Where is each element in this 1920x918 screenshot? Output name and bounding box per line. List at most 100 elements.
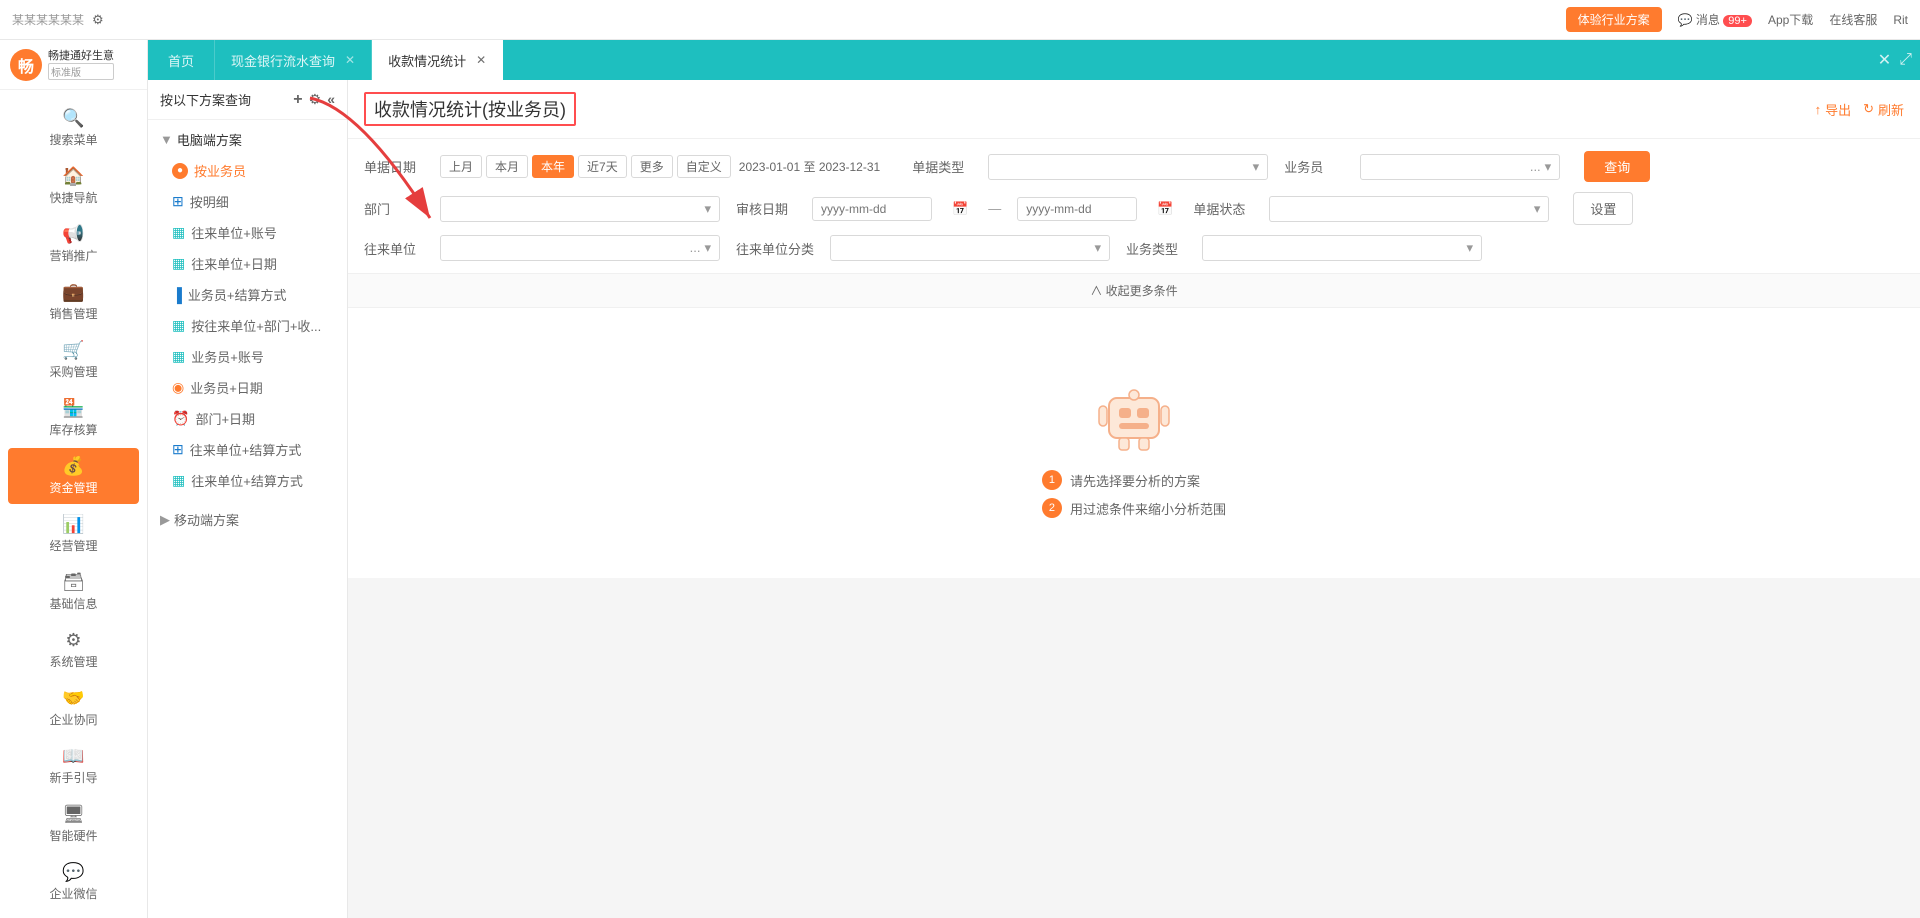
tab-home[interactable]: 首页 — [148, 40, 215, 80]
sidebar-item-hardware[interactable]: 🖥 智能硬件 — [8, 796, 139, 852]
tab-bank-close[interactable]: ✕ — [345, 53, 355, 67]
refresh-btn[interactable]: ↻ 刷新 — [1863, 100, 1904, 119]
sidebar-item-finance[interactable]: 💰 资金管理 — [8, 448, 139, 504]
wechat-icon: 💬 — [62, 862, 84, 883]
date-btn-custom[interactable]: 自定义 — [677, 155, 731, 178]
scheme-label-salesperson-date: 业务员+日期 — [190, 378, 263, 397]
biz-type-select[interactable]: ▾ — [1202, 235, 1482, 261]
desktop-arrow-icon: ▼ — [160, 132, 173, 147]
salesperson-scheme-icon: ● — [172, 163, 188, 179]
sidebar-item-member[interactable]: V 畅会员 — [8, 912, 139, 918]
audit-date-calendar-to-icon[interactable]: 📅 — [1157, 201, 1173, 217]
left-panel-title: 按以下方案查询 — [160, 90, 251, 109]
date-btn-this-year[interactable]: 本年 — [532, 155, 574, 178]
page-actions: ↑ 导出 ↻ 刷新 — [1815, 100, 1904, 119]
scheme-item-salesperson-account[interactable]: ▦ 业务员+账号 — [148, 341, 347, 372]
export-btn[interactable]: ↑ 导出 — [1815, 100, 1852, 119]
tab-close-all-icon[interactable]: ✕ — [1878, 50, 1891, 70]
sidebar-item-quick-nav[interactable]: 🏠 快捷导航 — [8, 158, 139, 214]
sidebar-item-wechat[interactable]: 💬 企业微信 — [8, 854, 139, 910]
desktop-group-title[interactable]: ▼ 电脑端方案 — [148, 124, 347, 155]
guide-icon: 📖 — [62, 746, 84, 767]
doc-status-select[interactable]: ▾ — [1269, 196, 1549, 222]
sidebar-item-guide[interactable]: 📖 新手引导 — [8, 738, 139, 794]
left-panel: 按以下方案查询 + ⚙ « ▼ 电脑端方案 ● 按业务员 ⊞ 按明细 ▦ — [148, 80, 348, 918]
scheme-item-dept-date[interactable]: ⏰ 部门+日期 — [148, 403, 347, 434]
sidebar-item-system[interactable]: ⚙ 系统管理 — [8, 622, 139, 678]
partner-select[interactable]: ... ▾ — [440, 235, 720, 261]
tab-home-label: 首页 — [168, 51, 194, 70]
tab-receipt[interactable]: 收款情况统计 ✕ — [372, 40, 503, 80]
scheme-item-by-salesperson[interactable]: ● 按业务员 — [148, 155, 347, 186]
partner-settlement2-icon: ▦ — [172, 472, 185, 489]
scheme-label-partner-date: 往来单位+日期 — [191, 254, 277, 273]
tab-maximize-icon[interactable]: ⤢ — [1899, 51, 1912, 69]
salesperson-select[interactable]: ... ▾ — [1360, 154, 1560, 180]
partner-label: 往来单位 — [364, 239, 424, 258]
date-btn-7days[interactable]: 近7天 — [578, 155, 627, 178]
scheme-settings-icon[interactable]: ⚙ — [309, 91, 322, 109]
dept-chevron-icon: ▾ — [704, 201, 711, 217]
salesperson-more-icon[interactable]: ... — [1530, 159, 1541, 175]
add-scheme-icon[interactable]: + — [293, 91, 302, 109]
page-header: 收款情况统计(按业务员) ↑ 导出 ↻ 刷新 — [348, 80, 1920, 139]
mobile-group-title[interactable]: ▶ 移动端方案 — [148, 504, 347, 535]
user-name[interactable]: Rit — [1893, 13, 1908, 27]
left-panel-header: 按以下方案查询 + ⚙ « — [148, 80, 347, 120]
scheme-item-partner-dept-receipt[interactable]: ▦ 按往来单位+部门+收... — [148, 310, 347, 341]
sidebar-label-wechat: 企业微信 — [49, 885, 97, 902]
dept-select[interactable]: ▾ — [440, 196, 720, 222]
scheme-label-by-detail: 按明细 — [190, 192, 229, 211]
sidebar-item-marketing[interactable]: 📢 营销推广 — [8, 216, 139, 272]
collapse-bar[interactable]: ∧ 收起更多条件 — [348, 274, 1920, 308]
scheme-item-salesperson-settlement[interactable]: ▐ 业务员+结算方式 — [148, 279, 347, 310]
sidebar-label-basic: 基础信息 — [49, 595, 97, 612]
trial-btn[interactable]: 体验行业方案 — [1566, 7, 1662, 32]
sidebar-item-corp[interactable]: 🤝 企业协同 — [8, 680, 139, 736]
salesperson-account-icon: ▦ — [172, 348, 185, 365]
purchase-icon: 🛒 — [62, 340, 84, 361]
scheme-item-partner-settlement1[interactable]: ⊞ 往来单位+结算方式 — [148, 434, 347, 465]
audit-date-from[interactable] — [812, 197, 932, 221]
sidebar-item-purchase[interactable]: 🛒 采购管理 — [8, 332, 139, 388]
home-icon: 🏠 — [62, 166, 84, 187]
doc-type-label: 单据类型 — [912, 157, 972, 176]
sidebar-item-sales[interactable]: 💼 销售管理 — [8, 274, 139, 330]
audit-date-to[interactable] — [1017, 197, 1137, 221]
top-bar-left: 某某某某某某 ⚙ — [12, 11, 104, 28]
messages-btn[interactable]: 💬 消息 99+ — [1678, 11, 1752, 28]
export-icon: ↑ — [1815, 102, 1822, 117]
sidebar-item-basic[interactable]: 🗃 基础信息 — [8, 564, 139, 620]
tab-bank[interactable]: 现金银行流水查询 ✕ — [215, 40, 372, 80]
scheme-item-partner-settlement2[interactable]: ▦ 往来单位+结算方式 — [148, 465, 347, 496]
scheme-item-partner-date[interactable]: ▦ 往来单位+日期 — [148, 248, 347, 279]
app-download-btn[interactable]: App下载 — [1768, 11, 1813, 28]
partner-dept-icon: ▦ — [172, 317, 185, 334]
sidebar-item-inventory[interactable]: 🏪 库存核算 — [8, 390, 139, 446]
scheme-item-partner-account[interactable]: ▦ 往来单位+账号 — [148, 217, 347, 248]
date-label: 单据日期 — [364, 157, 424, 176]
date-btn-last-month[interactable]: 上月 — [440, 155, 482, 178]
query-btn[interactable]: 查询 — [1584, 151, 1650, 182]
hardware-icon: 🖥 — [62, 804, 85, 825]
mobile-scheme-group: ▶ 移动端方案 — [148, 500, 347, 539]
date-btn-more[interactable]: 更多 — [631, 155, 673, 178]
partner-more-icon[interactable]: ... — [690, 240, 701, 256]
logo-tag: 标准版 — [48, 63, 114, 80]
sidebar-item-business[interactable]: 📊 经营管理 — [8, 506, 139, 562]
sidebar-label-inventory: 库存核算 — [49, 421, 97, 438]
doc-type-select[interactable]: ▾ — [988, 154, 1268, 180]
date-btn-this-month[interactable]: 本月 — [486, 155, 528, 178]
partner-category-select[interactable]: ▾ — [830, 235, 1110, 261]
sidebar-item-search[interactable]: 🔍 搜索菜单 — [8, 100, 139, 156]
scheme-collapse-icon[interactable]: « — [327, 91, 335, 109]
audit-date-calendar-from-icon[interactable]: 📅 — [952, 201, 968, 217]
tab-receipt-close[interactable]: ✕ — [476, 53, 486, 67]
sidebar-label-sales: 销售管理 — [49, 305, 97, 322]
scheme-item-by-detail[interactable]: ⊞ 按明细 — [148, 186, 347, 217]
filter-row-1: 单据日期 上月 本月 本年 近7天 更多 自定义 2023-01-01 至 20… — [364, 151, 1904, 182]
settings-btn[interactable]: 设置 — [1573, 192, 1633, 225]
gear-icon[interactable]: ⚙ — [92, 12, 104, 28]
scheme-item-salesperson-date[interactable]: ◉ 业务员+日期 — [148, 372, 347, 403]
online-service-btn[interactable]: 在线客服 — [1829, 11, 1877, 28]
